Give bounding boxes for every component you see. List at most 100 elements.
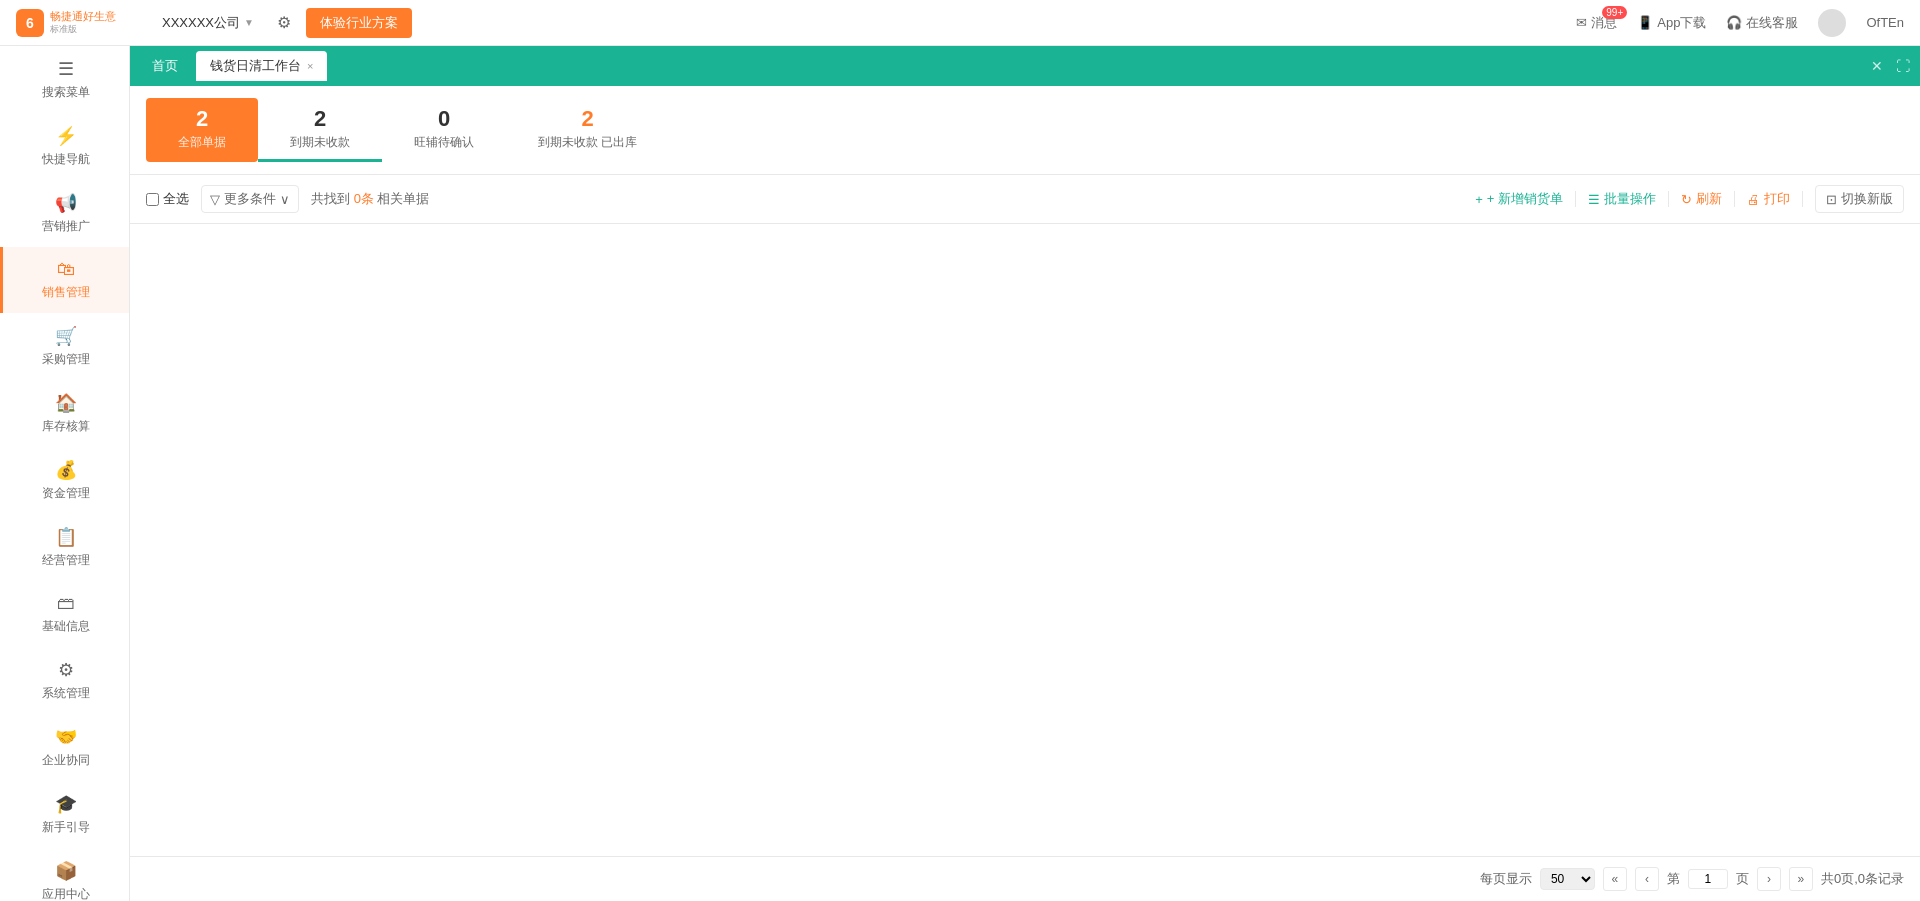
page-number-input[interactable] [1688, 869, 1728, 889]
cooperation-icon: 🤝 [55, 726, 77, 748]
prev-page-button[interactable]: ‹ [1635, 867, 1659, 891]
found-text: 共找到 0条 相关单据 [311, 190, 429, 208]
sales-icon: 🛍 [57, 259, 75, 280]
guide-icon: 🎓 [55, 793, 77, 815]
tab-home[interactable]: 首页 [138, 51, 192, 81]
sidebar-item-label: 营销推广 [42, 218, 90, 235]
settings-button[interactable]: ⚙ [270, 9, 298, 37]
trial-button[interactable]: 体验行业方案 [306, 8, 412, 38]
status-card-wangfu[interactable]: 0 旺辅待确认 [382, 98, 506, 162]
per-page-select[interactable]: 50 100 200 [1540, 868, 1595, 890]
all-label: 全部单据 [178, 134, 226, 151]
sidebar-item-label: 资金管理 [42, 485, 90, 502]
status-cards: 2 全部单据 2 到期未收款 0 旺辅待确认 2 到期未收款 已出库 [130, 86, 1920, 175]
switch-label: 切换新版 [1841, 190, 1893, 208]
sidebar-item-purchase[interactable]: 🛒 采购管理 [0, 313, 129, 380]
batch-label: 批量操作 [1604, 190, 1656, 208]
sidebar-item-search[interactable]: ☰ 搜索菜单 [0, 46, 129, 113]
wangfu-count: 0 [414, 106, 474, 132]
sidebar-item-marketing[interactable]: 📢 营销推广 [0, 180, 129, 247]
found-suffix: 相关单据 [377, 191, 429, 206]
sidebar-item-system[interactable]: ⚙ 系统管理 [0, 647, 129, 714]
select-all-input[interactable] [146, 193, 159, 206]
filter-button[interactable]: ▽ 更多条件 ∨ [201, 185, 299, 213]
sidebar-item-label: 搜索菜单 [42, 84, 90, 101]
status-card-overdue[interactable]: 2 到期未收款 [258, 98, 382, 162]
window-expand-btn[interactable]: ⛶ [1894, 57, 1912, 75]
sidebar-item-operation[interactable]: 📋 经营管理 [0, 514, 129, 581]
app-label: App下载 [1657, 14, 1706, 32]
home-label: 首页 [152, 57, 178, 75]
header-right: ✉ 消息 99+ 📱 App下载 🎧 在线客服 OfTEn [1576, 9, 1904, 37]
divider-3 [1734, 191, 1735, 207]
message-button[interactable]: ✉ 消息 99+ [1576, 14, 1617, 32]
username-label: OfTEn [1866, 15, 1904, 30]
operation-icon: 📋 [55, 526, 77, 548]
service-label: 在线客服 [1746, 14, 1798, 32]
pagination: 每页显示 50 100 200 « ‹ 第 页 › » 共0页,0条记录 [130, 856, 1920, 901]
page-end-label: 页 [1736, 870, 1749, 888]
switch-version-button[interactable]: ⊡ 切换新版 [1815, 185, 1904, 213]
sidebar-item-label: 新手引导 [42, 819, 90, 836]
search-menu-icon: ☰ [58, 58, 74, 80]
next-page-button[interactable]: › [1757, 867, 1781, 891]
inventory-icon: 🏠 [55, 392, 77, 414]
add-icon: + [1475, 192, 1483, 207]
company-name: XXXXXX公司 [162, 14, 240, 32]
sidebar-item-sales[interactable]: 🛍 销售管理 [0, 247, 129, 313]
status-card-outbound[interactable]: 2 到期未收款 已出库 [506, 98, 669, 162]
outbound-count: 2 [538, 106, 637, 132]
main-content: 首页 钱货日清工作台 × ✕ ⛶ 2 全部单据 2 到期未收款 [130, 46, 1920, 901]
print-label: 打印 [1764, 190, 1790, 208]
page-label: 第 [1667, 870, 1680, 888]
window-close-btn[interactable]: ✕ [1868, 57, 1886, 75]
found-prefix: 共找到 [311, 191, 350, 206]
app-download-button[interactable]: 📱 App下载 [1637, 14, 1706, 32]
online-service-button[interactable]: 🎧 在线客服 [1726, 14, 1798, 32]
per-page-label: 每页显示 [1480, 870, 1532, 888]
sidebar-item-label: 系统管理 [42, 685, 90, 702]
message-icon: ✉ [1576, 15, 1587, 30]
tab-bar-right: ✕ ⛶ [1868, 57, 1912, 75]
sidebar: ☰ 搜索菜单 ⚡ 快捷导航 📢 营销推广 🛍 销售管理 🛒 采购管理 🏠 库存核… [0, 46, 130, 901]
first-page-button[interactable]: « [1603, 867, 1627, 891]
sidebar-item-inventory[interactable]: 🏠 库存核算 [0, 380, 129, 447]
refresh-icon: ↻ [1681, 192, 1692, 207]
refresh-label: 刷新 [1696, 190, 1722, 208]
tab-active[interactable]: 钱货日清工作台 × [196, 51, 327, 81]
sidebar-item-quick-nav[interactable]: ⚡ 快捷导航 [0, 113, 129, 180]
last-page-button[interactable]: » [1789, 867, 1813, 891]
sidebar-item-label: 快捷导航 [42, 151, 90, 168]
system-icon: ⚙ [58, 659, 74, 681]
select-all-checkbox[interactable]: 全选 [146, 190, 189, 208]
table-area [130, 224, 1920, 856]
sidebar-item-app-center[interactable]: 📦 应用中心 [0, 848, 129, 901]
sidebar-item-label: 销售管理 [42, 284, 90, 301]
print-button[interactable]: 🖨 打印 [1747, 190, 1790, 208]
logo-area: 6 畅捷通好生意 标准版 [16, 9, 146, 37]
finance-icon: 💰 [55, 459, 77, 481]
filter-icon: ▽ [210, 192, 220, 207]
sidebar-item-guide[interactable]: 🎓 新手引导 [0, 781, 129, 848]
refresh-button[interactable]: ↻ 刷新 [1681, 190, 1722, 208]
divider-4 [1802, 191, 1803, 207]
logo-icon: 6 [16, 9, 44, 37]
sidebar-item-finance[interactable]: 💰 资金管理 [0, 447, 129, 514]
app-icon: 📱 [1637, 15, 1653, 30]
outbound-label: 到期未收款 已出库 [538, 134, 637, 151]
tab-active-label: 钱货日清工作台 [210, 57, 301, 75]
avatar[interactable] [1818, 9, 1846, 37]
add-order-button[interactable]: + + 新增销货单 [1475, 190, 1563, 208]
sidebar-item-base-info[interactable]: 🗃 基础信息 [0, 581, 129, 647]
status-card-all[interactable]: 2 全部单据 [146, 98, 258, 162]
overdue-count: 2 [290, 106, 350, 132]
sidebar-item-cooperation[interactable]: 🤝 企业协同 [0, 714, 129, 781]
batch-button[interactable]: ☰ 批量操作 [1588, 190, 1656, 208]
tab-close-icon[interactable]: × [307, 60, 313, 72]
overdue-label: 到期未收款 [290, 134, 350, 151]
print-icon: 🖨 [1747, 192, 1760, 207]
company-selector[interactable]: XXXXXX公司 ▼ [154, 10, 262, 36]
toolbar-right: + + 新增销货单 ☰ 批量操作 ↻ 刷新 🖨 [1475, 185, 1904, 213]
toolbar-left: 全选 ▽ 更多条件 ∨ 共找到 0条 相关单据 [146, 185, 1463, 213]
filter-label: 更多条件 [224, 190, 276, 208]
